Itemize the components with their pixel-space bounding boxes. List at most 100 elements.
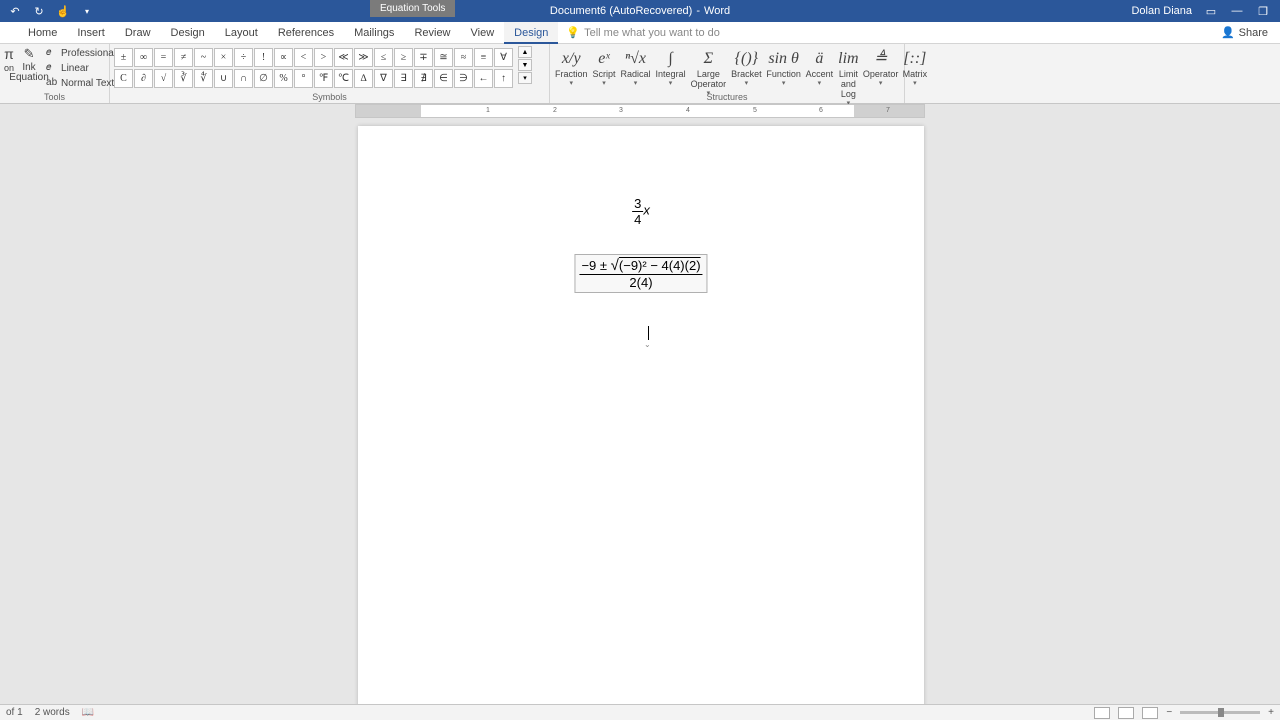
eq2-numerator[interactable]: −9 ± √(−9)² − 4(4)(2) xyxy=(579,257,702,275)
symbol-∆[interactable]: ∆ xyxy=(354,69,373,88)
status-bar: of 1 2 words 📖 − + xyxy=(0,704,1280,720)
tab-insert[interactable]: Insert xyxy=(67,22,115,44)
symbol-∄[interactable]: ∄ xyxy=(414,69,433,88)
structure-operator-button[interactable]: ≜Operator▾ xyxy=(863,46,899,90)
word-count[interactable]: 2 words xyxy=(35,707,70,718)
page[interactable]: 3 4 x −9 ± √(−9)² − 4(4)(2) 2(4) ⌄ xyxy=(358,126,924,704)
print-layout-button[interactable] xyxy=(1118,707,1134,719)
equation-1[interactable]: 3 4 x xyxy=(632,196,650,227)
structure-fraction-button[interactable]: x/yFraction▾ xyxy=(554,46,589,90)
structure-radical-button[interactable]: ⁿ√xRadical▾ xyxy=(620,46,652,90)
symbols-more-icon[interactable]: ▾ xyxy=(518,72,532,84)
symbols-scroll-down-icon[interactable]: ▼ xyxy=(518,59,532,71)
redo-icon[interactable]: ↻ xyxy=(32,4,46,18)
symbol-°[interactable]: ° xyxy=(294,69,313,88)
eq1-numerator[interactable]: 3 xyxy=(632,196,643,212)
spell-check-icon[interactable]: 📖 xyxy=(82,707,94,718)
symbol-<[interactable]: < xyxy=(294,48,313,67)
symbol-∀[interactable]: ∀ xyxy=(494,48,513,67)
tell-me-search[interactable]: 💡 Tell me what you want to do xyxy=(558,26,719,39)
symbols-gallery[interactable]: ±∞=≠~×÷!∝<>≪≫≤≥∓≅≈≡∀ C∂√∛∜∪∩∅%°℉℃∆∇∃∄∈∋←… xyxy=(114,48,513,88)
symbol-∅[interactable]: ∅ xyxy=(254,69,273,88)
tab-layout[interactable]: Layout xyxy=(215,22,268,44)
structure-accent-button[interactable]: äAccent▾ xyxy=(805,46,835,90)
tab-draw[interactable]: Draw xyxy=(115,22,161,44)
minimize-icon[interactable]: — xyxy=(1230,4,1244,18)
symbol-∇[interactable]: ∇ xyxy=(374,69,393,88)
symbols-scroll-up-icon[interactable]: ▲ xyxy=(518,46,532,58)
read-mode-button[interactable] xyxy=(1094,707,1110,719)
professional-icon: 𝑒 xyxy=(46,47,58,59)
symbol-≪[interactable]: ≪ xyxy=(334,48,353,67)
symbol-≥[interactable]: ≥ xyxy=(394,48,413,67)
qat-customize-icon[interactable]: ▾ xyxy=(80,4,94,18)
structure-integral-button[interactable]: ∫Integral▾ xyxy=(655,46,687,90)
structure-matrix-button[interactable]: [::]Matrix▾ xyxy=(902,46,929,90)
symbol-≠[interactable]: ≠ xyxy=(174,48,193,67)
tab-view[interactable]: View xyxy=(461,22,505,44)
symbol-÷[interactable]: ÷ xyxy=(234,48,253,67)
symbol-∈[interactable]: ∈ xyxy=(434,69,453,88)
symbol-C[interactable]: C xyxy=(114,69,133,88)
undo-icon[interactable]: ↶ xyxy=(8,4,22,18)
horizontal-ruler[interactable]: 1 2 3 4 5 6 7 xyxy=(355,104,925,118)
symbol-∜[interactable]: ∜ xyxy=(194,69,213,88)
symbol-=[interactable]: = xyxy=(154,48,173,67)
ribbon-options-icon[interactable]: ▭ xyxy=(1204,4,1218,18)
professional-button[interactable]: 𝑒Professional xyxy=(44,46,118,60)
eq1-denominator[interactable]: 4 xyxy=(632,212,643,227)
structure-script-button[interactable]: eˣScript▾ xyxy=(592,46,617,90)
symbol-√[interactable]: √ xyxy=(154,69,173,88)
symbol-∪[interactable]: ∪ xyxy=(214,69,233,88)
eq2-denominator[interactable]: 2(4) xyxy=(579,275,702,290)
symbol-℃[interactable]: ℃ xyxy=(334,69,353,88)
symbol-≤[interactable]: ≤ xyxy=(374,48,393,67)
symbol-±[interactable]: ± xyxy=(114,48,133,67)
structure-bracket-button[interactable]: {()}Bracket▾ xyxy=(730,46,763,90)
symbol-∩[interactable]: ∩ xyxy=(234,69,253,88)
page-count[interactable]: of 1 xyxy=(6,707,23,718)
equation-icon[interactable]: π xyxy=(4,46,14,62)
tab-equation-design[interactable]: Design xyxy=(504,22,558,44)
symbol-←[interactable]: ← xyxy=(474,69,493,88)
symbol-%[interactable]: % xyxy=(274,69,293,88)
eq1-variable[interactable]: x xyxy=(643,202,650,217)
symbol-~[interactable]: ~ xyxy=(194,48,213,67)
structure-function-button[interactable]: sin θFunction▾ xyxy=(766,46,802,90)
symbol-∞[interactable]: ∞ xyxy=(134,48,153,67)
symbol-∝[interactable]: ∝ xyxy=(274,48,293,67)
tab-mailings[interactable]: Mailings xyxy=(344,22,404,44)
share-button[interactable]: 👤 Share xyxy=(1209,26,1280,39)
zoom-out-button[interactable]: − xyxy=(1166,707,1172,718)
symbol-×[interactable]: × xyxy=(214,48,233,67)
symbol-∂[interactable]: ∂ xyxy=(134,69,153,88)
symbol-≈[interactable]: ≈ xyxy=(454,48,473,67)
touch-mode-icon[interactable]: ☝ xyxy=(56,4,70,18)
symbol-∋[interactable]: ∋ xyxy=(454,69,473,88)
symbol-≡[interactable]: ≡ xyxy=(474,48,493,67)
symbol-≅[interactable]: ≅ xyxy=(434,48,453,67)
restore-icon[interactable]: ❐ xyxy=(1256,4,1270,18)
dropdown-icon: ▾ xyxy=(634,80,638,88)
symbol-℉[interactable]: ℉ xyxy=(314,69,333,88)
dropdown-icon: ▾ xyxy=(669,80,673,88)
symbol-![interactable]: ! xyxy=(254,48,273,67)
symbol-↑[interactable]: ↑ xyxy=(494,69,513,88)
symbol-≫[interactable]: ≫ xyxy=(354,48,373,67)
zoom-thumb[interactable] xyxy=(1218,708,1224,717)
tab-review[interactable]: Review xyxy=(404,22,460,44)
tab-home[interactable]: Home xyxy=(18,22,67,44)
symbol-∃[interactable]: ∃ xyxy=(394,69,413,88)
tab-references[interactable]: References xyxy=(268,22,344,44)
zoom-slider[interactable] xyxy=(1180,711,1260,714)
equation-2-selected[interactable]: −9 ± √(−9)² − 4(4)(2) 2(4) xyxy=(574,254,707,293)
symbol->[interactable]: > xyxy=(314,48,333,67)
normal-text-button[interactable]: abNormal Text xyxy=(44,76,118,90)
symbol-∛[interactable]: ∛ xyxy=(174,69,193,88)
web-layout-button[interactable] xyxy=(1142,707,1158,719)
ink-equation-icon[interactable]: ✎ xyxy=(24,46,35,62)
symbol-∓[interactable]: ∓ xyxy=(414,48,433,67)
zoom-in-button[interactable]: + xyxy=(1268,707,1274,718)
tab-design[interactable]: Design xyxy=(161,22,215,44)
linear-button[interactable]: 𝑒Linear xyxy=(44,61,118,75)
